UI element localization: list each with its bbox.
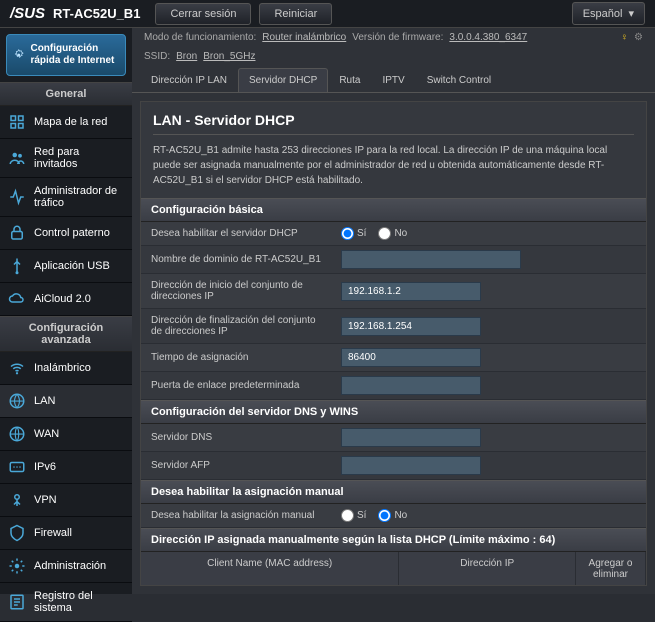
radio-manual-no[interactable]: No	[378, 509, 407, 522]
col-ip: Dirección IP	[399, 552, 576, 586]
input-afp[interactable]	[341, 456, 481, 475]
guest-icon	[8, 149, 26, 167]
mode-label: Modo de funcionamiento:	[144, 32, 256, 43]
chevron-down-icon: ▾	[628, 7, 634, 20]
label-afp: Servidor AFP	[141, 454, 331, 477]
nav-ipv6[interactable]: IPv6	[0, 451, 132, 484]
section-manual: Desea habilitar la asignación manual	[141, 480, 646, 504]
traffic-icon	[8, 188, 26, 206]
section-advanced: Configuración avanzada	[0, 316, 132, 352]
logout-button[interactable]: Cerrar sesión	[155, 3, 251, 25]
vpn-icon	[8, 491, 26, 509]
input-domain[interactable]	[341, 250, 521, 269]
nav-cloud[interactable]: AiCloud 2.0	[0, 283, 132, 316]
quick-setup-label: Configuración rápida de Internet	[30, 43, 119, 67]
nav-guest[interactable]: Red para invitados	[0, 139, 132, 178]
nav-label: LAN	[34, 395, 55, 407]
reboot-button[interactable]: Reiniciar	[259, 3, 332, 25]
nav-firewall[interactable]: Firewall	[0, 517, 132, 550]
nav-network[interactable]: Mapa de la red	[0, 106, 132, 139]
input-pool-start[interactable]	[341, 282, 481, 301]
col-action: Agregar o eliminar	[576, 552, 646, 586]
syslog-icon	[8, 593, 26, 611]
status-icon[interactable]: ♀	[621, 32, 629, 43]
input-lease[interactable]	[341, 348, 481, 367]
model-name: RT-AC52U_B1	[53, 6, 140, 21]
firewall-icon	[8, 524, 26, 542]
language-select[interactable]: Español ▾	[572, 2, 645, 25]
nav-label: WAN	[34, 428, 59, 440]
mode-link[interactable]: Router inalámbrico	[262, 32, 346, 43]
wan-icon	[8, 425, 26, 443]
settings-icon[interactable]: ⚙	[634, 32, 643, 43]
label-enable-dhcp: Desea habilitar el servidor DHCP	[141, 222, 331, 245]
language-label: Español	[583, 8, 623, 20]
input-pool-end[interactable]	[341, 317, 481, 336]
radio-dhcp-no[interactable]: No	[378, 227, 407, 240]
nav-label: VPN	[34, 494, 57, 506]
nav-parental[interactable]: Control paterno	[0, 217, 132, 250]
tab-4[interactable]: Switch Control	[416, 68, 502, 92]
parental-icon	[8, 224, 26, 242]
nav-label: Control paterno	[34, 227, 110, 239]
usb-icon	[8, 257, 26, 275]
nav-label: IPv6	[34, 461, 56, 473]
input-gateway[interactable]	[341, 376, 481, 395]
nav-wan[interactable]: WAN	[0, 418, 132, 451]
gear-icon	[13, 45, 24, 65]
nav-label: Administrador de tráfico	[34, 185, 124, 209]
section-list: Dirección IP asignada manualmente según …	[141, 528, 646, 552]
fw-link[interactable]: 3.0.0.4.380_6347	[449, 32, 527, 43]
section-general: General	[0, 82, 132, 106]
ssid-5[interactable]: Bron_5GHz	[203, 51, 255, 62]
nav-label: Firewall	[34, 527, 72, 539]
nav-label: AiCloud 2.0	[34, 293, 91, 305]
radio-manual-yes[interactable]: Sí	[341, 509, 366, 522]
section-basic: Configuración básica	[141, 198, 646, 222]
label-lease: Tiempo de asignación	[141, 346, 331, 369]
nav-label: Mapa de la red	[34, 116, 107, 128]
brand-logo: /SUS	[10, 5, 45, 22]
page-description: RT-AC52U_B1 admite hasta 253 direcciones…	[141, 143, 646, 198]
lan-icon	[8, 392, 26, 410]
label-pool-start: Dirección de inicio del conjunto de dire…	[141, 274, 331, 308]
tab-3[interactable]: IPTV	[371, 68, 415, 92]
col-client: Client Name (MAC address)	[141, 552, 399, 586]
nav-label: Red para invitados	[34, 146, 124, 170]
nav-label: Administración	[34, 560, 106, 572]
wifi-icon	[8, 359, 26, 377]
label-dns: Servidor DNS	[141, 426, 331, 449]
admin-icon	[8, 557, 26, 575]
ssid-24[interactable]: Bron	[176, 51, 197, 62]
page-title: LAN - Servidor DHCP	[141, 102, 646, 134]
nav-label: Aplicación USB	[34, 260, 110, 272]
nav-wifi[interactable]: Inalámbrico	[0, 352, 132, 385]
input-dns[interactable]	[341, 428, 481, 447]
fw-label: Versión de firmware:	[352, 32, 443, 43]
nav-usb[interactable]: Aplicación USB	[0, 250, 132, 283]
nav-lan[interactable]: LAN	[0, 385, 132, 418]
label-pool-end: Dirección de finalización del conjunto d…	[141, 309, 331, 343]
cloud-icon	[8, 290, 26, 308]
label-gateway: Puerta de enlace predeterminada	[141, 374, 331, 397]
tab-0[interactable]: Dirección IP LAN	[140, 68, 238, 92]
tab-2[interactable]: Ruta	[328, 68, 371, 92]
nav-vpn[interactable]: VPN	[0, 484, 132, 517]
ssid-label: SSID:	[144, 51, 170, 62]
ipv6-icon	[8, 458, 26, 476]
nav-traffic[interactable]: Administrador de tráfico	[0, 178, 132, 217]
nav-syslog[interactable]: Registro del sistema	[0, 583, 132, 622]
network-icon	[8, 113, 26, 131]
nav-admin[interactable]: Administración	[0, 550, 132, 583]
label-domain: Nombre de dominio de RT-AC52U_B1	[141, 248, 331, 271]
radio-dhcp-yes[interactable]: Sí	[341, 227, 366, 240]
quick-setup-button[interactable]: Configuración rápida de Internet	[6, 34, 126, 76]
nav-label: Inalámbrico	[34, 362, 91, 374]
section-dns: Configuración del servidor DNS y WINS	[141, 400, 646, 424]
label-enable-manual: Desea habilitar la asignación manual	[141, 504, 331, 527]
tab-1[interactable]: Servidor DHCP	[238, 68, 328, 92]
